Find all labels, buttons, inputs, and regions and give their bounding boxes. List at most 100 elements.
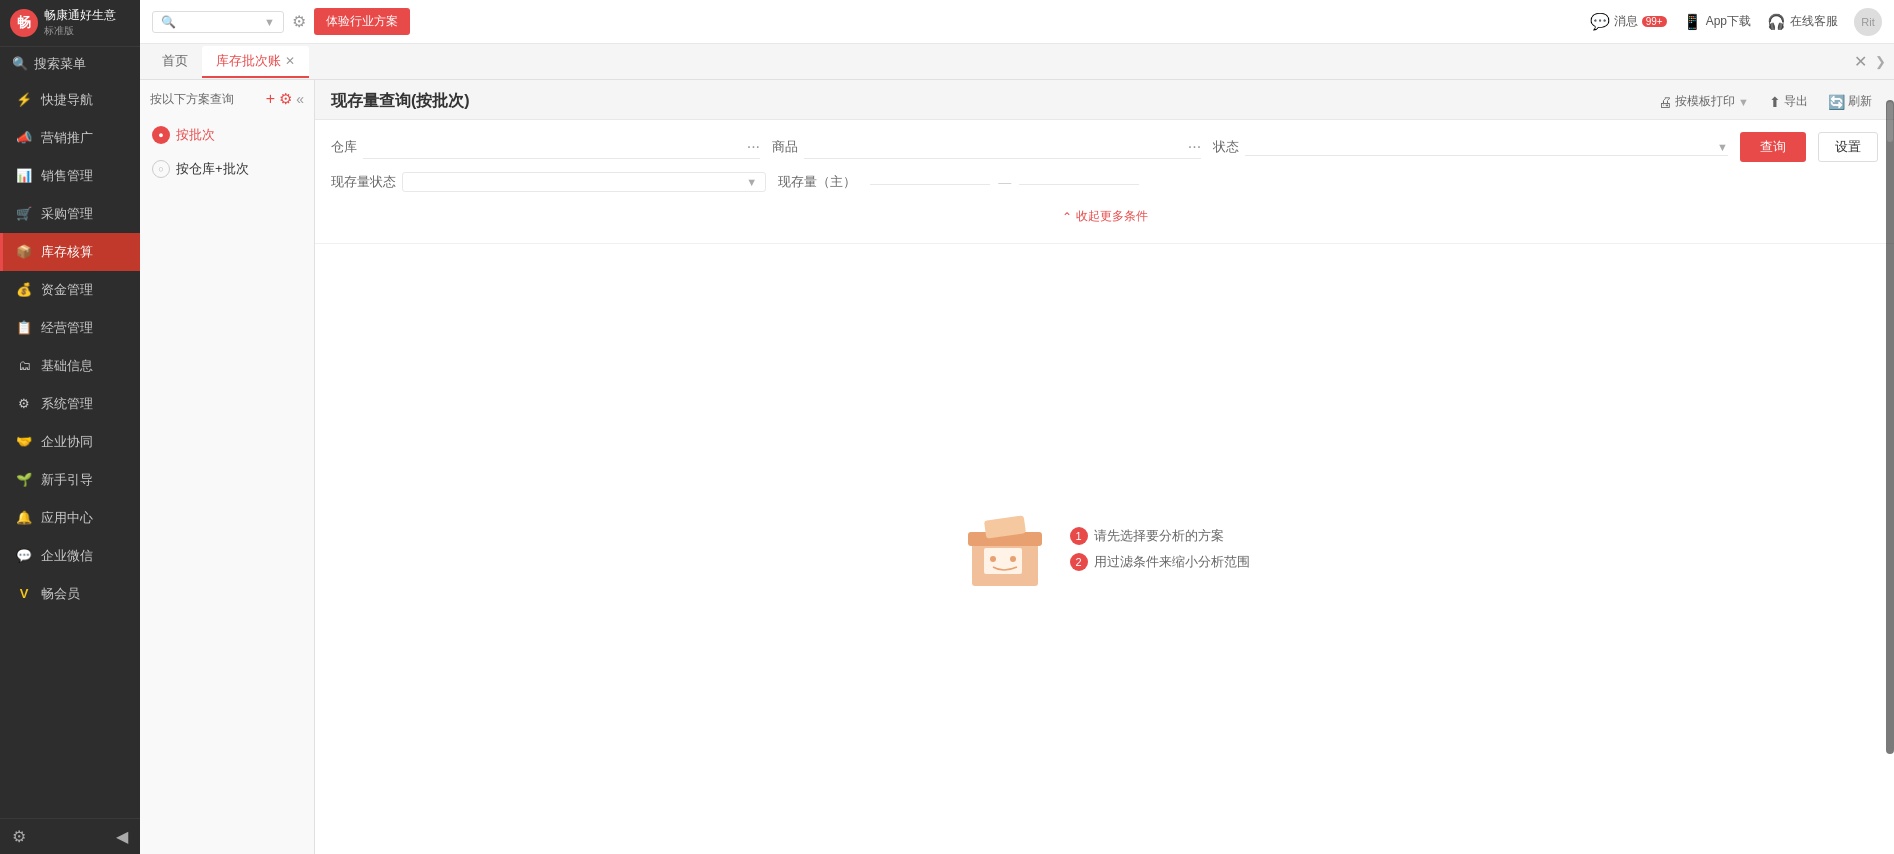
print-dropdown-icon[interactable]: ▼	[1738, 96, 1749, 108]
product-input-wrap[interactable]: ···	[804, 136, 1201, 159]
main-area: 🔍 ▼ ⚙ 体验行业方案 💬 消息 99+ 📱 App下载 🎧 在线客服	[140, 0, 1894, 854]
sidebar-item-vip[interactable]: V 畅会员	[0, 575, 140, 613]
sidebar-item-label: 经营管理	[41, 319, 93, 337]
product-field: 商品 ···	[772, 136, 1201, 159]
sidebar-item-inventory[interactable]: 📦 库存核算	[0, 233, 140, 271]
sidebar-item-basic-info[interactable]: 🗂 基础信息	[0, 347, 140, 385]
filter-row-1: 仓库 ··· 商品 ···	[331, 132, 1878, 162]
phone-icon: 📱	[1683, 13, 1702, 31]
vip-icon: V	[15, 585, 33, 603]
sidebar-item-marketing[interactable]: 📣 营销推广	[0, 119, 140, 157]
sidebar-item-operations[interactable]: 📋 经营管理	[0, 309, 140, 347]
refresh-icon: 🔄	[1828, 94, 1845, 110]
experience-btn[interactable]: 体验行业方案	[314, 8, 410, 35]
search-label: 搜索菜单	[34, 55, 86, 73]
sidebar-item-wechat[interactable]: 💬 企业微信	[0, 537, 140, 575]
topbar-left: 🔍 ▼ ⚙ 体验行业方案	[152, 8, 1582, 35]
stock-status-label: 现存量状态	[331, 173, 396, 191]
topbar-search-input[interactable]	[180, 15, 260, 29]
app-center-icon: 🔔	[15, 509, 33, 527]
stock-qty-label: 现存量（主）	[778, 173, 856, 191]
warehouse-dots[interactable]: ···	[747, 138, 760, 156]
message-icon: 💬	[1590, 12, 1610, 31]
page-header-actions: 🖨 按模板打印 ▼ ⬆ 导出 🔄 刷新	[1652, 90, 1878, 113]
online-service-btn[interactable]: 🎧 在线客服	[1767, 13, 1838, 31]
sidebar-item-label: 企业协同	[41, 433, 93, 451]
status-input-wrap[interactable]: ▼	[1245, 139, 1728, 156]
sidebar-item-label: 基础信息	[41, 357, 93, 375]
stock-qty-from[interactable]	[870, 180, 990, 185]
quick-nav-icon: ⚡	[15, 91, 33, 109]
collapse-row[interactable]: ⌃ 收起更多条件	[331, 202, 1878, 231]
sidebar-item-label: 新手引导	[41, 471, 93, 489]
sidebar-search[interactable]: 🔍 搜索菜单	[0, 47, 140, 81]
topbar-dropdown-icon[interactable]: ▼	[264, 16, 275, 28]
export-btn[interactable]: ⬆ 导出	[1763, 90, 1814, 113]
scheme-item-warehouse-batch[interactable]: ○ 按仓库+批次	[140, 152, 314, 186]
sidebar-item-newbie[interactable]: 🌱 新手引导	[0, 461, 140, 499]
sidebar-toggle-icon[interactable]: ◀	[116, 827, 128, 846]
query-button[interactable]: 查询	[1740, 132, 1806, 162]
stock-qty-to[interactable]	[1019, 180, 1139, 185]
left-panel-title: 按以下方案查询	[150, 91, 234, 108]
app-download-btn[interactable]: 📱 App下载	[1683, 13, 1751, 31]
app-download-label: App下载	[1706, 13, 1751, 30]
sidebar-item-enterprise[interactable]: 🤝 企业协同	[0, 423, 140, 461]
right-panel: 现存量查询(按批次) 🖨 按模板打印 ▼ ⬆ 导出 🔄 刷新	[315, 80, 1894, 854]
app-name: 畅康通好生意	[44, 8, 116, 24]
topbar-search-box[interactable]: 🔍 ▼	[152, 11, 284, 33]
refresh-btn[interactable]: 🔄 刷新	[1822, 90, 1878, 113]
message-badge: 99+	[1642, 16, 1667, 27]
settings-icon[interactable]: ⚙	[12, 827, 26, 846]
empty-text-area: 1 请先选择要分析的方案 2 用过滤条件来缩小分析范围	[1070, 527, 1250, 571]
empty-svg	[960, 504, 1050, 594]
stock-qty-field: 现存量（主） —	[778, 173, 1213, 191]
operations-icon: 📋	[15, 319, 33, 337]
sidebar-header: 畅 畅康通好生意 标准版	[0, 0, 140, 47]
tab-close-icon[interactable]: ✕	[285, 54, 295, 68]
wechat-icon: 💬	[15, 547, 33, 565]
add-scheme-btn[interactable]: +	[266, 90, 275, 108]
inventory-icon: 📦	[15, 243, 33, 261]
scheme-item-label: 按仓库+批次	[176, 160, 249, 178]
sidebar: 畅 畅康通好生意 标准版 🔍 搜索菜单 ⚡ 快捷导航 📣 营销推广 📊 销售管理…	[0, 0, 140, 854]
scheme-collapse-icon[interactable]: «	[296, 91, 304, 107]
hint-1-text: 请先选择要分析的方案	[1094, 527, 1224, 545]
sidebar-item-quick-nav[interactable]: ⚡ 快捷导航	[0, 81, 140, 119]
search-icon: 🔍	[12, 56, 28, 71]
sidebar-item-purchase[interactable]: 🛒 采购管理	[0, 195, 140, 233]
filter-area: 仓库 ··· 商品 ···	[315, 120, 1894, 244]
svg-point-5	[1010, 556, 1016, 562]
message-btn[interactable]: 💬 消息 99+	[1590, 12, 1667, 31]
sidebar-item-sales[interactable]: 📊 销售管理	[0, 157, 140, 195]
scheme-settings-icon[interactable]: ⚙	[279, 90, 292, 108]
sidebar-item-label: 营销推广	[41, 129, 93, 147]
warehouse-input-wrap[interactable]: ···	[363, 136, 760, 159]
setting-button[interactable]: 设置	[1818, 132, 1878, 162]
tabs-bar: 首页 库存批次账 ✕ ✕ ❯	[140, 44, 1894, 80]
stock-status-field: 现存量状态 ▼	[331, 172, 766, 192]
product-dots[interactable]: ···	[1188, 138, 1201, 156]
panel-close-icon[interactable]: ✕	[1846, 52, 1875, 71]
sidebar-item-finance[interactable]: 💰 资金管理	[0, 271, 140, 309]
stock-qty-separator: —	[998, 175, 1011, 190]
tab-inventory-batch-label: 库存批次账	[216, 52, 281, 70]
sidebar-item-label: 销售管理	[41, 167, 93, 185]
panel-expand-icon[interactable]: ❯	[1875, 54, 1886, 69]
tab-home[interactable]: 首页	[148, 46, 202, 78]
topbar-right: 💬 消息 99+ 📱 App下载 🎧 在线客服 Rit	[1590, 8, 1882, 36]
sidebar-item-system[interactable]: ⚙ 系统管理	[0, 385, 140, 423]
tabs-right: ✕ ❯	[1846, 52, 1886, 71]
user-avatar[interactable]: Rit	[1854, 8, 1882, 36]
tab-inventory-batch[interactable]: 库存批次账 ✕	[202, 46, 309, 78]
sidebar-item-app-center[interactable]: 🔔 应用中心	[0, 499, 140, 537]
app-edition: 标准版	[44, 24, 116, 38]
status-field: 状态 ▼	[1213, 138, 1728, 156]
status-arrow[interactable]: ▼	[1717, 141, 1728, 153]
topbar-settings-icon[interactable]: ⚙	[292, 12, 306, 31]
print-btn[interactable]: 🖨 按模板打印 ▼	[1652, 90, 1755, 113]
scheme-item-batch[interactable]: ● 按批次	[140, 118, 314, 152]
page-title: 现存量查询(按批次)	[331, 91, 470, 112]
stock-status-select[interactable]: ▼	[402, 172, 766, 192]
sidebar-nav: ⚡ 快捷导航 📣 营销推广 📊 销售管理 🛒 采购管理 📦 库存核算 💰 资金管…	[0, 81, 140, 818]
